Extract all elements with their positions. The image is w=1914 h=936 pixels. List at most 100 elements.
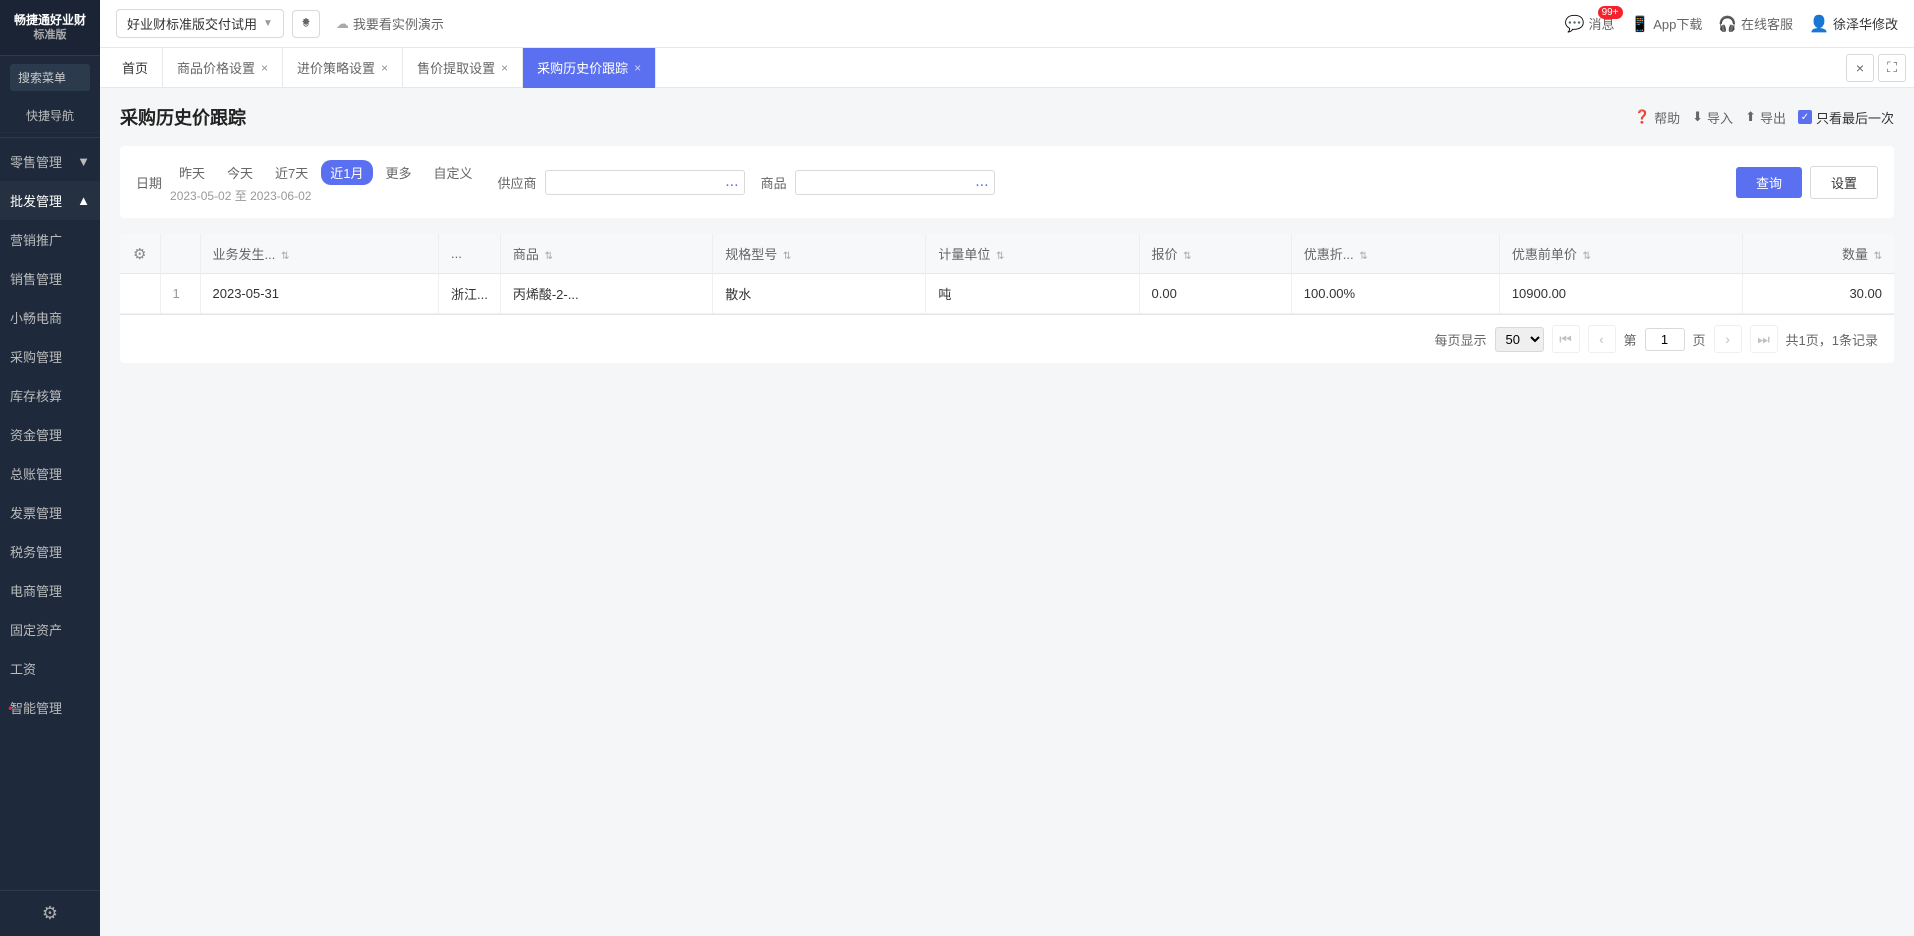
tab-history-close-icon[interactable]: × — [634, 61, 641, 75]
per-page-select[interactable]: 50 — [1495, 327, 1544, 352]
sidebar-item-sales[interactable]: 销售管理 — [0, 259, 100, 298]
demo-link[interactable]: ☁ 我要看实例演示 — [336, 14, 444, 33]
sidebar-item-marketing[interactable]: 营销推广 — [0, 220, 100, 259]
tab-sale-close-icon[interactable]: × — [501, 61, 508, 75]
sidebar-item-wholesale[interactable]: 批发管理 ▲ — [0, 181, 100, 220]
only-last-checkbox-input[interactable] — [1798, 110, 1812, 124]
help-button[interactable]: ❓ 帮助 — [1634, 108, 1680, 127]
tab-sale[interactable]: 售价提取设置 × — [403, 48, 523, 88]
search-menu-button[interactable]: 搜索菜单 — [10, 64, 90, 91]
date-btn-today[interactable]: 今天 — [218, 160, 262, 185]
sort-unit-icon[interactable]: ⇅ — [996, 251, 1004, 262]
version-selector[interactable]: 好业财标准版交付试用 ▼ — [116, 9, 284, 38]
product-input[interactable] — [795, 170, 995, 195]
query-button[interactable]: 查询 — [1736, 167, 1802, 198]
th-quantity[interactable]: 数量 ⇅ — [1743, 234, 1894, 274]
app-download-button[interactable]: 📱 App下载 — [1631, 14, 1703, 33]
tab-price[interactable]: 商品价格设置 × — [163, 48, 283, 88]
sidebar-item-account[interactable]: 总账管理 — [0, 454, 100, 493]
th-discount[interactable]: 优惠折... ⇅ — [1291, 234, 1499, 274]
import-button[interactable]: ⬇ 导入 — [1692, 108, 1733, 127]
tab-strategy-label: 进价策略设置 — [297, 58, 375, 77]
only-last-checkbox-group[interactable]: 只看最后一次 — [1798, 108, 1894, 127]
sidebar-item-inventory[interactable]: 库存核算 — [0, 376, 100, 415]
next-page-button[interactable]: › — [1714, 325, 1742, 353]
sidebar-label-invoice: 发票管理 — [10, 503, 62, 522]
th-product-label: 商品 — [513, 247, 539, 262]
th-price[interactable]: 报价 ⇅ — [1139, 234, 1291, 274]
sort-quantity-icon[interactable]: ⇅ — [1874, 251, 1882, 262]
th-unit-label: 计量单位 — [938, 247, 990, 262]
first-page-button[interactable]: ⏮ — [1552, 325, 1580, 353]
sidebar-item-ai[interactable]: ● 智能管理 — [0, 688, 100, 727]
sidebar-label-marketing: 营销推广 — [10, 230, 62, 249]
date-btn-custom[interactable]: 自定义 — [425, 160, 482, 185]
table-header: ⚙ 业务发生... ⇅ ... 商品 ⇅ — [120, 234, 1894, 274]
topbar: 好业财标准版交付试用 ▼ ☁ 我要看实例演示 💬 消息 99+ 📱 App下载 — [100, 0, 1914, 48]
page-header-actions: ❓ 帮助 ⬇ 导入 ⬆ 导出 只看最后一次 — [1634, 108, 1894, 127]
tab-expand-button[interactable]: ⛶ — [1878, 54, 1906, 82]
filter-row: 日期 昨天 今天 近7天 近1月 更多 自定义 2023-05-02 至 202… — [136, 160, 1878, 204]
sidebar-item-finance[interactable]: 资金管理 — [0, 415, 100, 454]
messages-button[interactable]: 💬 消息 99+ — [1565, 14, 1615, 34]
row-spec-cell: 散水 — [713, 274, 926, 314]
sidebar-item-quick-nav[interactable]: 快捷导航 — [0, 99, 100, 133]
sidebar-label-inventory: 库存核算 — [10, 386, 62, 405]
sort-pre-price-icon[interactable]: ⇅ — [1582, 251, 1590, 262]
sort-spec-icon[interactable]: ⇅ — [783, 251, 791, 262]
tab-strategy-close-icon[interactable]: × — [381, 61, 388, 75]
tab-close-button[interactable]: × — [1846, 54, 1874, 82]
sort-price-icon[interactable]: ⇅ — [1183, 251, 1191, 262]
sidebar-item-salary[interactable]: 工资 — [0, 649, 100, 688]
supplier-select-icon[interactable]: ... — [725, 173, 738, 191]
tab-home[interactable]: 首页 — [108, 48, 163, 88]
messages-badge: 99+ — [1598, 6, 1623, 19]
row-gear-cell — [120, 274, 160, 314]
th-price-label: 报价 — [1152, 247, 1178, 262]
settings-button[interactable]: 设置 — [1810, 166, 1878, 199]
date-btn-last7[interactable]: 近7天 — [266, 160, 317, 185]
sidebar-search-area[interactable]: 搜索菜单 — [0, 56, 100, 99]
th-product[interactable]: 商品 ⇅ — [500, 234, 712, 274]
sidebar-item-asset[interactable]: 固定资产 — [0, 610, 100, 649]
th-date[interactable]: 业务发生... ⇅ — [200, 234, 438, 274]
table-row: 1 2023-05-31 浙江... 丙烯酸-2-... 散水 吨 0.00 1… — [120, 274, 1894, 314]
supplier-input-wrap: ... — [545, 170, 745, 195]
sort-date-icon[interactable]: ⇅ — [281, 251, 289, 262]
sidebar-item-purchase[interactable]: 采购管理 — [0, 337, 100, 376]
last-page-button[interactable]: ⏭ — [1750, 325, 1778, 353]
th-pre-price[interactable]: 优惠前单价 ⇅ — [1499, 234, 1743, 274]
sidebar-item-retail[interactable]: 零售管理 ▼ — [0, 142, 100, 181]
page-header: 采购历史价跟踪 ❓ 帮助 ⬇ 导入 ⬆ 导出 只看最后一次 — [120, 104, 1894, 130]
user-menu-button[interactable]: 👤 徐泽华修改 — [1809, 14, 1898, 34]
date-btn-more[interactable]: 更多 — [377, 160, 421, 185]
sidebar-item-ecommerce[interactable]: 电商管理 — [0, 571, 100, 610]
topbar-settings-button[interactable] — [292, 10, 320, 38]
mobile-icon: 📱 — [1631, 15, 1650, 33]
tab-history[interactable]: 采购历史价跟踪 × — [523, 48, 656, 88]
th-unit[interactable]: 计量单位 ⇅ — [926, 234, 1139, 274]
online-service-button[interactable]: 🎧 在线客服 — [1718, 14, 1793, 33]
page-input[interactable] — [1645, 328, 1685, 351]
row-vendor-cell: 浙江... — [438, 274, 500, 314]
product-select-icon[interactable]: ... — [975, 173, 988, 191]
supplier-input[interactable] — [545, 170, 745, 195]
sidebar-label-tax: 税务管理 — [10, 542, 62, 561]
sidebar-settings-button[interactable]: ⚙ — [0, 890, 100, 936]
date-btn-yesterday[interactable]: 昨天 — [170, 160, 214, 185]
prev-page-button[interactable]: ‹ — [1588, 325, 1616, 353]
filter-product: 商品 ... — [761, 170, 995, 195]
th-spec[interactable]: 规格型号 ⇅ — [713, 234, 926, 274]
sort-discount-icon[interactable]: ⇅ — [1359, 251, 1367, 262]
sidebar-divider-1 — [0, 137, 100, 138]
export-button[interactable]: ⬆ 导出 — [1745, 108, 1786, 127]
sidebar-item-ecommerce-small[interactable]: 小畅电商 — [0, 298, 100, 337]
sidebar-item-invoice[interactable]: 发票管理 — [0, 493, 100, 532]
column-settings-icon[interactable]: ⚙ — [133, 246, 146, 263]
tab-strategy[interactable]: 进价策略设置 × — [283, 48, 403, 88]
tab-price-close-icon[interactable]: × — [261, 61, 268, 75]
date-btn-last1m[interactable]: 近1月 — [321, 160, 372, 185]
sidebar-label-ecommerce: 电商管理 — [10, 581, 62, 600]
sidebar-item-tax[interactable]: 税务管理 — [0, 532, 100, 571]
sort-product-icon[interactable]: ⇅ — [544, 251, 552, 262]
